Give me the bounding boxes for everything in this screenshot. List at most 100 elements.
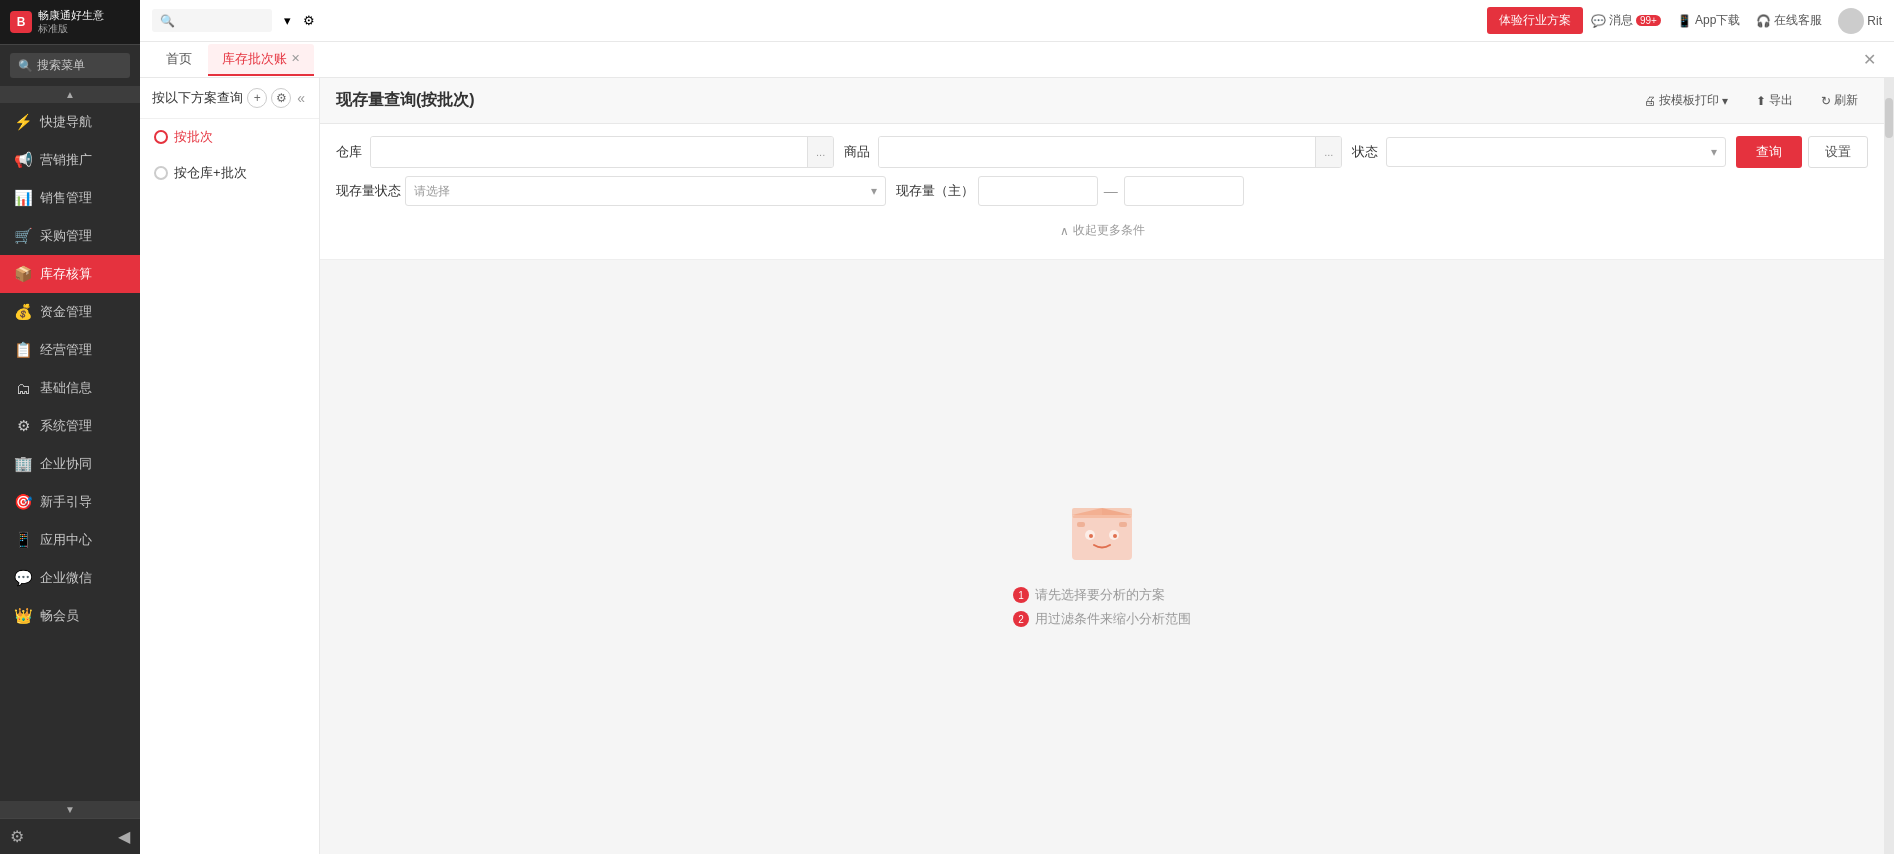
filter-row-1: 仓库 ... 商品 ... 状态	[336, 136, 1868, 168]
tab-home[interactable]: 首页	[152, 44, 206, 76]
purchase-icon: 🛒	[14, 227, 32, 245]
export-btn[interactable]: ⬆ 导出	[1746, 88, 1803, 113]
tab-home-label: 首页	[166, 50, 192, 68]
topbar-dropdown-icon[interactable]: ▾	[284, 13, 291, 28]
sidebar-item-sales[interactable]: 📊 销售管理	[0, 179, 140, 217]
sidebar-settings-icon[interactable]: ⚙	[10, 827, 24, 846]
page-title: 现存量查询(按批次)	[336, 90, 475, 111]
inventory-qty-from-input[interactable]	[978, 176, 1098, 206]
warehouse-label: 仓库	[336, 143, 366, 161]
inventory-qty-dash: —	[1098, 183, 1124, 199]
collapse-scheme-btn[interactable]: «	[295, 88, 307, 108]
messages-item[interactable]: 💬 消息 99+	[1591, 12, 1661, 29]
sidebar-item-inventory[interactable]: 📦 库存核算	[0, 255, 140, 293]
inventory-icon: 📦	[14, 265, 32, 283]
sidebar-item-label: 基础信息	[40, 379, 92, 397]
topbar-settings-icon[interactable]: ⚙	[303, 13, 315, 28]
filter-bar: 仓库 ... 商品 ... 状态	[320, 124, 1884, 260]
sidebar-item-enterprise[interactable]: 🏢 企业协同	[0, 445, 140, 483]
filter-row-2: 现存量状态 请选择 ▾ 现存量（主） —	[336, 176, 1868, 206]
product-input[interactable]	[879, 137, 1315, 167]
inventory-status-label: 现存量状态	[336, 182, 401, 200]
app-download-item[interactable]: 📱 App下载	[1677, 12, 1740, 29]
main-area: 🔍 ▾ ⚙ 体验行业方案 💬 消息 99+ 📱 App下载 🎧 在线客服	[140, 0, 1894, 854]
svg-rect-6	[1077, 522, 1085, 527]
online-service-item[interactable]: 🎧 在线客服	[1756, 12, 1822, 29]
topbar-search-text	[179, 12, 239, 29]
tabs-bar: 首页 库存批次账 ✕ ✕	[140, 42, 1894, 78]
sidebar-item-corp-wechat[interactable]: 💬 企业微信	[0, 559, 140, 597]
quick-nav-icon: ⚡	[14, 113, 32, 131]
sidebar-item-purchase[interactable]: 🛒 采购管理	[0, 217, 140, 255]
settings-scheme-btn[interactable]: ⚙	[271, 88, 291, 108]
sidebar-item-system[interactable]: ⚙ 系统管理	[0, 407, 140, 445]
filter-scheme-actions: + ⚙ «	[247, 88, 307, 108]
sidebar-collapse-icon[interactable]: ◀	[118, 827, 130, 846]
tab-inventory-batch[interactable]: 库存批次账 ✕	[208, 44, 314, 76]
topbar-search[interactable]: 🔍	[152, 9, 272, 32]
tab-panel-close-icon[interactable]: ✕	[1857, 48, 1882, 71]
right-scrollbar[interactable]	[1884, 78, 1894, 854]
sidebar-item-newbie[interactable]: 🎯 新手引导	[0, 483, 140, 521]
warehouse-input[interactable]	[371, 137, 807, 167]
settings-btn[interactable]: 设置	[1808, 136, 1868, 168]
table-area: 1 请先选择要分析的方案 2 用过滤条件来缩小分析范围	[320, 260, 1884, 854]
sidebar-item-app-center[interactable]: 📱 应用中心	[0, 521, 140, 559]
inventory-qty-to-input[interactable]	[1124, 176, 1244, 206]
scrollbar-thumb[interactable]	[1885, 98, 1893, 138]
sales-icon: 📊	[14, 189, 32, 207]
collapse-more-btn[interactable]: ∧ 收起更多条件	[336, 214, 1868, 247]
hint-text-2: 用过滤条件来缩小分析范围	[1035, 610, 1191, 628]
sidebar-item-finance[interactable]: 💰 资金管理	[0, 293, 140, 331]
sidebar-item-marketing[interactable]: 📢 营销推广	[0, 141, 140, 179]
online-service-label: 在线客服	[1774, 12, 1822, 29]
scheme-item-by-warehouse-batch[interactable]: 按仓库+批次	[140, 155, 319, 191]
tab-inventory-batch-label: 库存批次账	[222, 50, 287, 68]
topbar: 🔍 ▾ ⚙ 体验行业方案 💬 消息 99+ 📱 App下载 🎧 在线客服	[140, 0, 1894, 42]
sidebar-item-quick-nav[interactable]: ⚡ 快捷导航	[0, 103, 140, 141]
search-menu-box[interactable]: 🔍 搜索菜单	[10, 53, 130, 78]
mobile-icon: 📱	[1677, 14, 1692, 28]
user-avatar-item[interactable]: Rit	[1838, 8, 1882, 34]
sidebar-item-label: 营销推广	[40, 151, 92, 169]
status-select-arrow: ▾	[1711, 145, 1717, 159]
sidebar-search-area[interactable]: 🔍 搜索菜单	[0, 45, 140, 86]
refresh-btn[interactable]: ↻ 刷新	[1811, 88, 1868, 113]
chevron-up-icon: ∧	[1060, 224, 1069, 238]
scheme-item-by-batch[interactable]: 按批次	[140, 119, 319, 155]
page-container: 按以下方案查询 + ⚙ « 按批次 按仓库+批次	[140, 78, 1894, 854]
sidebar-scroll-up[interactable]: ▲	[0, 86, 140, 103]
sidebar-item-member[interactable]: 👑 畅会员	[0, 597, 140, 635]
inventory-status-select[interactable]: 请选择 ▾	[405, 176, 886, 206]
sidebar-item-basics[interactable]: 🗂 基础信息	[0, 369, 140, 407]
filter-actions-right: 查询 设置	[1736, 136, 1868, 168]
print-template-btn[interactable]: 🖨 按模板打印 ▾	[1634, 88, 1738, 113]
topbar-search-icon: 🔍	[160, 14, 175, 28]
sidebar-header: B 畅康通好生意 标准版	[0, 0, 140, 45]
inventory-status-value: 请选择	[414, 183, 450, 200]
app-center-icon: 📱	[14, 531, 32, 549]
status-select[interactable]: ▾	[1386, 137, 1726, 167]
product-more-btn[interactable]: ...	[1315, 137, 1341, 167]
warehouse-more-btn[interactable]: ...	[807, 137, 833, 167]
product-field: 商品 ...	[844, 136, 1342, 168]
query-btn[interactable]: 查询	[1736, 136, 1802, 168]
svg-rect-7	[1119, 522, 1127, 527]
inventory-qty-field: 现存量（主） —	[896, 176, 1446, 206]
tab-close-icon[interactable]: ✕	[291, 52, 300, 65]
scheme-dot-active	[154, 130, 168, 144]
trial-btn[interactable]: 体验行业方案	[1487, 7, 1583, 34]
sidebar-item-operations[interactable]: 📋 经营管理	[0, 331, 140, 369]
collapse-more-label: 收起更多条件	[1073, 222, 1145, 239]
content-area: 现存量查询(按批次) 🖨 按模板打印 ▾ ⬆ 导出 ↻ 刷新	[320, 78, 1884, 854]
status-label: 状态	[1352, 143, 1382, 161]
sidebar: B 畅康通好生意 标准版 🔍 搜索菜单 ▲ ⚡ 快捷导航 📢 营销推广 📊 销售…	[0, 0, 140, 854]
sidebar-scroll-down[interactable]: ▼	[0, 801, 140, 818]
add-scheme-btn[interactable]: +	[247, 88, 267, 108]
empty-hints: 1 请先选择要分析的方案 2 用过滤条件来缩小分析范围	[1013, 586, 1191, 634]
search-menu-label: 搜索菜单	[37, 57, 85, 74]
marketing-icon: 📢	[14, 151, 32, 169]
sidebar-item-label: 应用中心	[40, 531, 92, 549]
headset-icon: 🎧	[1756, 14, 1771, 28]
messages-icon: 💬	[1591, 14, 1606, 28]
